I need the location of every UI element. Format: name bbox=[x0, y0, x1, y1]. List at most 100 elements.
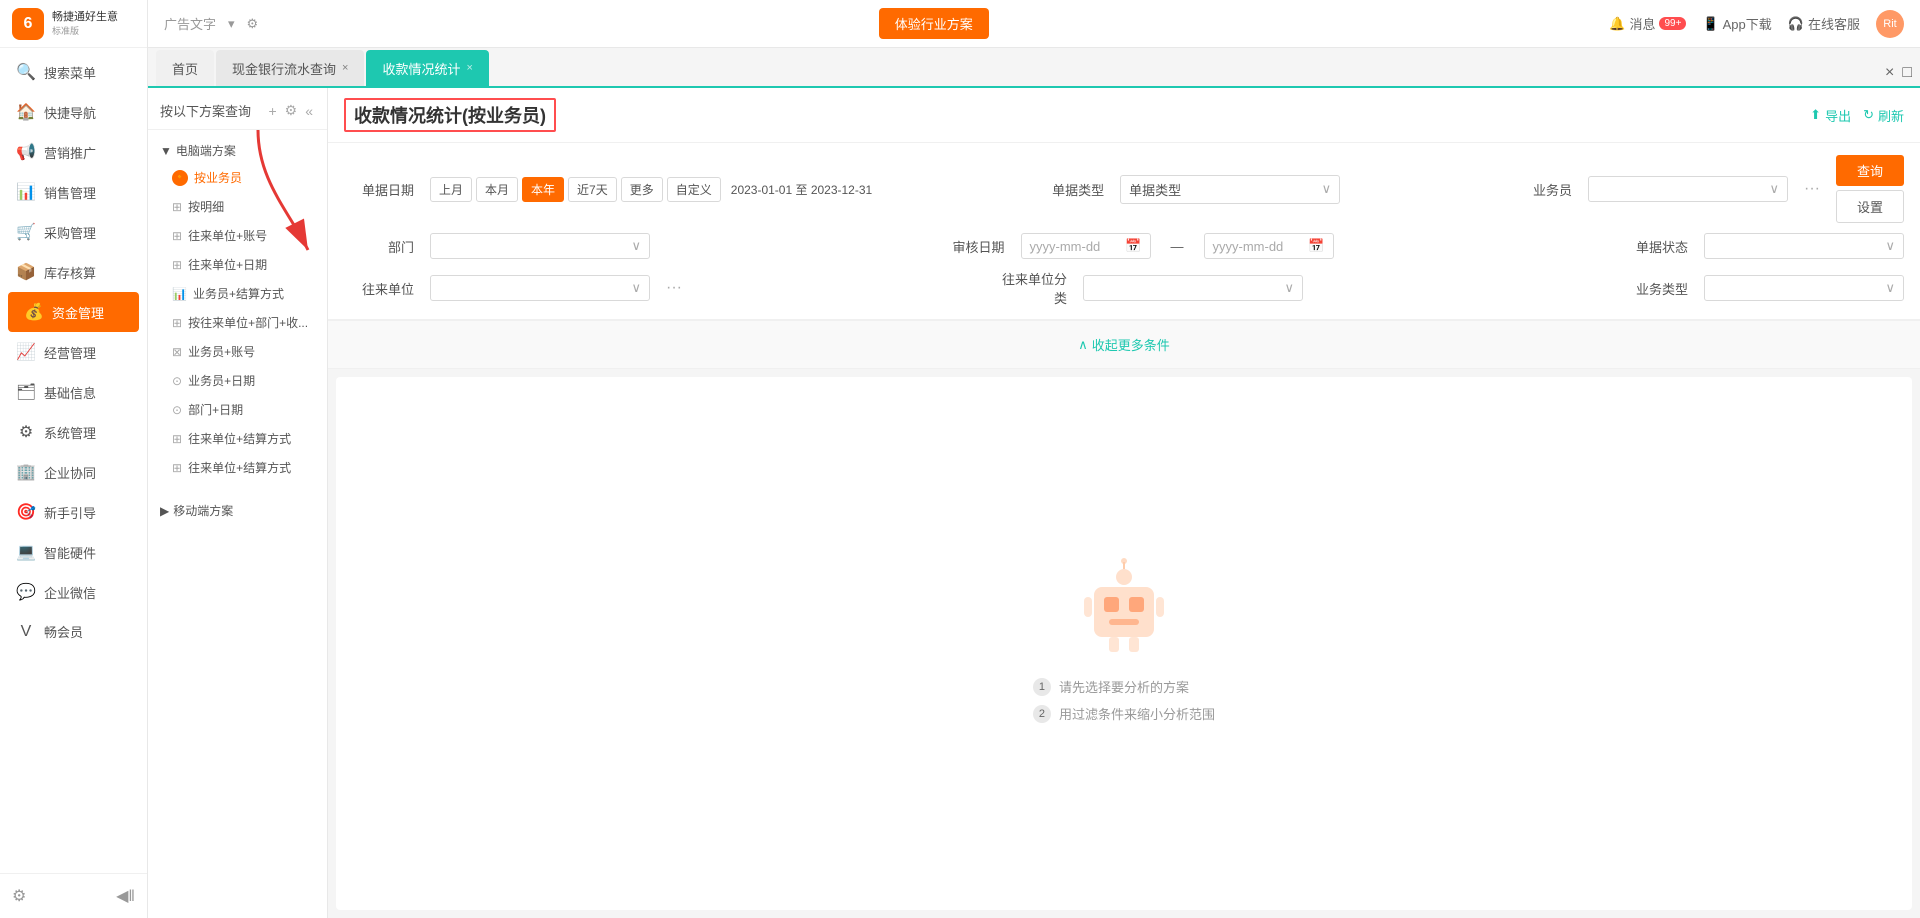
partner-category-select[interactable]: ∨ bbox=[1083, 275, 1303, 301]
logo-area: 6 畅捷通好生意 标准版 bbox=[0, 0, 147, 48]
export-label: 导出 bbox=[1825, 106, 1851, 125]
online-service-btn[interactable]: 🎧 在线客服 bbox=[1788, 14, 1860, 33]
scheme-item-sales-account[interactable]: ⊠ 业务员+账号 bbox=[148, 337, 327, 366]
header-settings-icon[interactable]: ⚙ bbox=[247, 16, 259, 32]
date-btn-last-month[interactable]: 上月 bbox=[430, 177, 472, 202]
tab-bank-close[interactable]: × bbox=[342, 62, 348, 74]
refresh-btn[interactable]: ↻ 刷新 bbox=[1863, 106, 1904, 125]
sidebar-item-hardware[interactable]: 💻 智能硬件 bbox=[0, 532, 147, 572]
tab-bank[interactable]: 现金银行流水查询 × bbox=[216, 50, 364, 86]
hardware-icon: 💻 bbox=[16, 542, 36, 562]
collapse-sidebar-btn[interactable]: ◀‖ bbox=[116, 886, 135, 906]
trial-btn[interactable]: 体验行业方案 bbox=[879, 8, 989, 39]
sidebar-item-purchase[interactable]: 🛒 采购管理 bbox=[0, 212, 147, 252]
doc-type-select[interactable]: 单据类型 ∨ bbox=[1120, 175, 1340, 204]
dropdown-icon[interactable]: ▾ bbox=[228, 16, 235, 32]
sidebar-item-enterprise[interactable]: 🏢 企业协同 bbox=[0, 452, 147, 492]
sidebar: 6 畅捷通好生意 标准版 🔍 搜索菜单 🏠 快捷导航 📢 营销推广 📊 销售管理… bbox=[0, 0, 148, 918]
salesperson-select[interactable]: ∨ bbox=[1588, 176, 1788, 202]
date-btn-more[interactable]: 更多 bbox=[621, 177, 663, 202]
partner-select[interactable]: ∨ bbox=[430, 275, 650, 301]
collapse-more-btn[interactable]: ∧ 收起更多条件 bbox=[1078, 327, 1170, 362]
empty-state: 1 请先选择要分析的方案 2 用过滤条件来缩小分析范围 bbox=[336, 377, 1912, 910]
scheme-item-by-detail[interactable]: ⊞ 按明细 bbox=[148, 192, 327, 221]
calendar-to-icon: 📅 bbox=[1308, 238, 1324, 254]
doc-status-select[interactable]: ∨ bbox=[1704, 233, 1904, 259]
salesperson-more-btn[interactable]: ··· bbox=[1804, 180, 1820, 198]
date-btn-custom[interactable]: 自定义 bbox=[667, 177, 721, 202]
scheme-header-icons: + ⚙ « bbox=[266, 100, 315, 121]
window-max-btn[interactable]: □ bbox=[1902, 64, 1912, 82]
dept-select[interactable]: ∨ bbox=[430, 233, 650, 259]
scheme-item-partner-settlement[interactable]: ⊞ 往来单位+结算方式 bbox=[148, 424, 327, 453]
sidebar-item-system[interactable]: ⚙ 系统管理 bbox=[0, 412, 147, 452]
scheme-settings-btn[interactable]: ⚙ bbox=[283, 100, 300, 121]
scheme-item-partner-dept[interactable]: ⊞ 按往来单位+部门+收... bbox=[148, 308, 327, 337]
header-right: 🔔 消息 99+ 📱 App下载 🎧 在线客服 Rit bbox=[1609, 10, 1904, 38]
scheme-item-dept-date[interactable]: ⊙ 部门+日期 bbox=[148, 395, 327, 424]
tab-home-label: 首页 bbox=[172, 59, 198, 78]
audit-date-to[interactable]: yyyy-mm-dd 📅 bbox=[1204, 233, 1334, 259]
sidebar-item-capital[interactable]: 💰 资金管理 bbox=[8, 292, 139, 332]
scheme-item-partner-account[interactable]: ⊞ 往来单位+账号 bbox=[148, 221, 327, 250]
app-download-btn[interactable]: 📱 App下载 bbox=[1702, 14, 1771, 33]
message-icon: 🔔 bbox=[1609, 16, 1625, 32]
sidebar-item-operation[interactable]: 📈 经营管理 bbox=[0, 332, 147, 372]
inventory-icon: 📦 bbox=[16, 262, 36, 282]
page-title-actions: ⬆ 导出 ↻ 刷新 bbox=[1810, 106, 1904, 125]
sidebar-item-wechat[interactable]: 💬 企业微信 bbox=[0, 572, 147, 612]
sidebar-item-inventory[interactable]: 📦 库存核算 bbox=[0, 252, 147, 292]
partner-category-chevron: ∨ bbox=[1284, 280, 1294, 296]
set-btn[interactable]: 设置 bbox=[1836, 190, 1904, 223]
scheme-item-sales-settlement[interactable]: 📊 业务员+结算方式 bbox=[148, 279, 327, 308]
partner-dept-icon: ⊞ bbox=[172, 316, 182, 330]
date-btn-this-year[interactable]: 本年 bbox=[522, 177, 564, 202]
date-btn-7days[interactable]: 近7天 bbox=[568, 177, 617, 202]
sidebar-label-sales: 销售管理 bbox=[44, 183, 96, 202]
dept-date-icon: ⊙ bbox=[172, 403, 182, 417]
sidebar-item-guide[interactable]: 🎯 新手引导 bbox=[0, 492, 147, 532]
detail-icon: ⊞ bbox=[172, 200, 182, 214]
query-btn[interactable]: 查询 bbox=[1836, 155, 1904, 186]
date-btn-this-month[interactable]: 本月 bbox=[476, 177, 518, 202]
partner-more-btn[interactable]: ··· bbox=[666, 279, 682, 297]
tab-home[interactable]: 首页 bbox=[156, 50, 214, 86]
audit-date-label: 审核日期 bbox=[935, 237, 1005, 256]
settings-footer-btn[interactable]: ⚙ bbox=[12, 886, 26, 906]
sidebar-item-member[interactable]: V 畅会员 bbox=[0, 612, 147, 651]
sidebar-label-purchase: 采购管理 bbox=[44, 223, 96, 242]
scheme-section-desktop-title[interactable]: ▼ 电脑端方案 bbox=[148, 138, 327, 163]
scheme-collapse-btn[interactable]: « bbox=[303, 100, 315, 121]
date-separator: — bbox=[1167, 239, 1188, 254]
tab-receipts[interactable]: 收款情况统计 × bbox=[366, 50, 488, 86]
biz-type-select[interactable]: ∨ bbox=[1704, 275, 1904, 301]
sidebar-item-sales[interactable]: 📊 销售管理 bbox=[0, 172, 147, 212]
export-btn[interactable]: ⬆ 导出 bbox=[1810, 106, 1851, 125]
sidebar-nav: 🔍 搜索菜单 🏠 快捷导航 📢 营销推广 📊 销售管理 🛒 采购管理 📦 库存核… bbox=[0, 48, 147, 873]
doc-status-chevron: ∨ bbox=[1885, 238, 1895, 254]
scheme-item-partner-date[interactable]: ⊞ 往来单位+日期 bbox=[148, 250, 327, 279]
page-title: 收款情况统计(按业务员) bbox=[344, 98, 556, 132]
scheme-item-partner-account-label: 往来单位+账号 bbox=[188, 227, 267, 244]
sidebar-item-marketing[interactable]: 📢 营销推广 bbox=[0, 132, 147, 172]
tab-receipts-close[interactable]: × bbox=[466, 62, 472, 74]
message-btn[interactable]: 🔔 消息 99+ bbox=[1609, 14, 1686, 33]
scheme-item-sales-date[interactable]: ⊙ 业务员+日期 bbox=[148, 366, 327, 395]
sidebar-label-basic: 基础信息 bbox=[44, 383, 96, 402]
scheme-item-partner-settlement2[interactable]: ⊞ 往来单位+结算方式 bbox=[148, 453, 327, 482]
scheme-add-btn[interactable]: + bbox=[266, 100, 278, 121]
scheme-item-sales-settlement-label: 业务员+结算方式 bbox=[193, 285, 284, 302]
scheme-section-mobile-title[interactable]: ▶ 移动端方案 bbox=[148, 498, 327, 523]
user-avatar[interactable]: Rit bbox=[1876, 10, 1904, 38]
audit-date-from[interactable]: yyyy-mm-dd 📅 bbox=[1021, 233, 1151, 259]
sidebar-item-search[interactable]: 🔍 搜索菜单 bbox=[0, 52, 147, 92]
tab-controls: × □ bbox=[1885, 64, 1920, 86]
sidebar-item-quicknav[interactable]: 🏠 快捷导航 bbox=[0, 92, 147, 132]
window-close-btn[interactable]: × bbox=[1885, 64, 1894, 82]
date-range-text: 2023-01-01 至 2023-12-31 bbox=[731, 181, 872, 198]
scheme-item-dept-date-label: 部门+日期 bbox=[188, 401, 243, 418]
sidebar-item-basic[interactable]: 🗂 基础信息 bbox=[0, 372, 147, 412]
wechat-icon: 💬 bbox=[16, 582, 36, 602]
scheme-item-by-sales[interactable]: 🔸 按业务员 bbox=[148, 163, 327, 192]
sidebar-label-operation: 经营管理 bbox=[44, 343, 96, 362]
